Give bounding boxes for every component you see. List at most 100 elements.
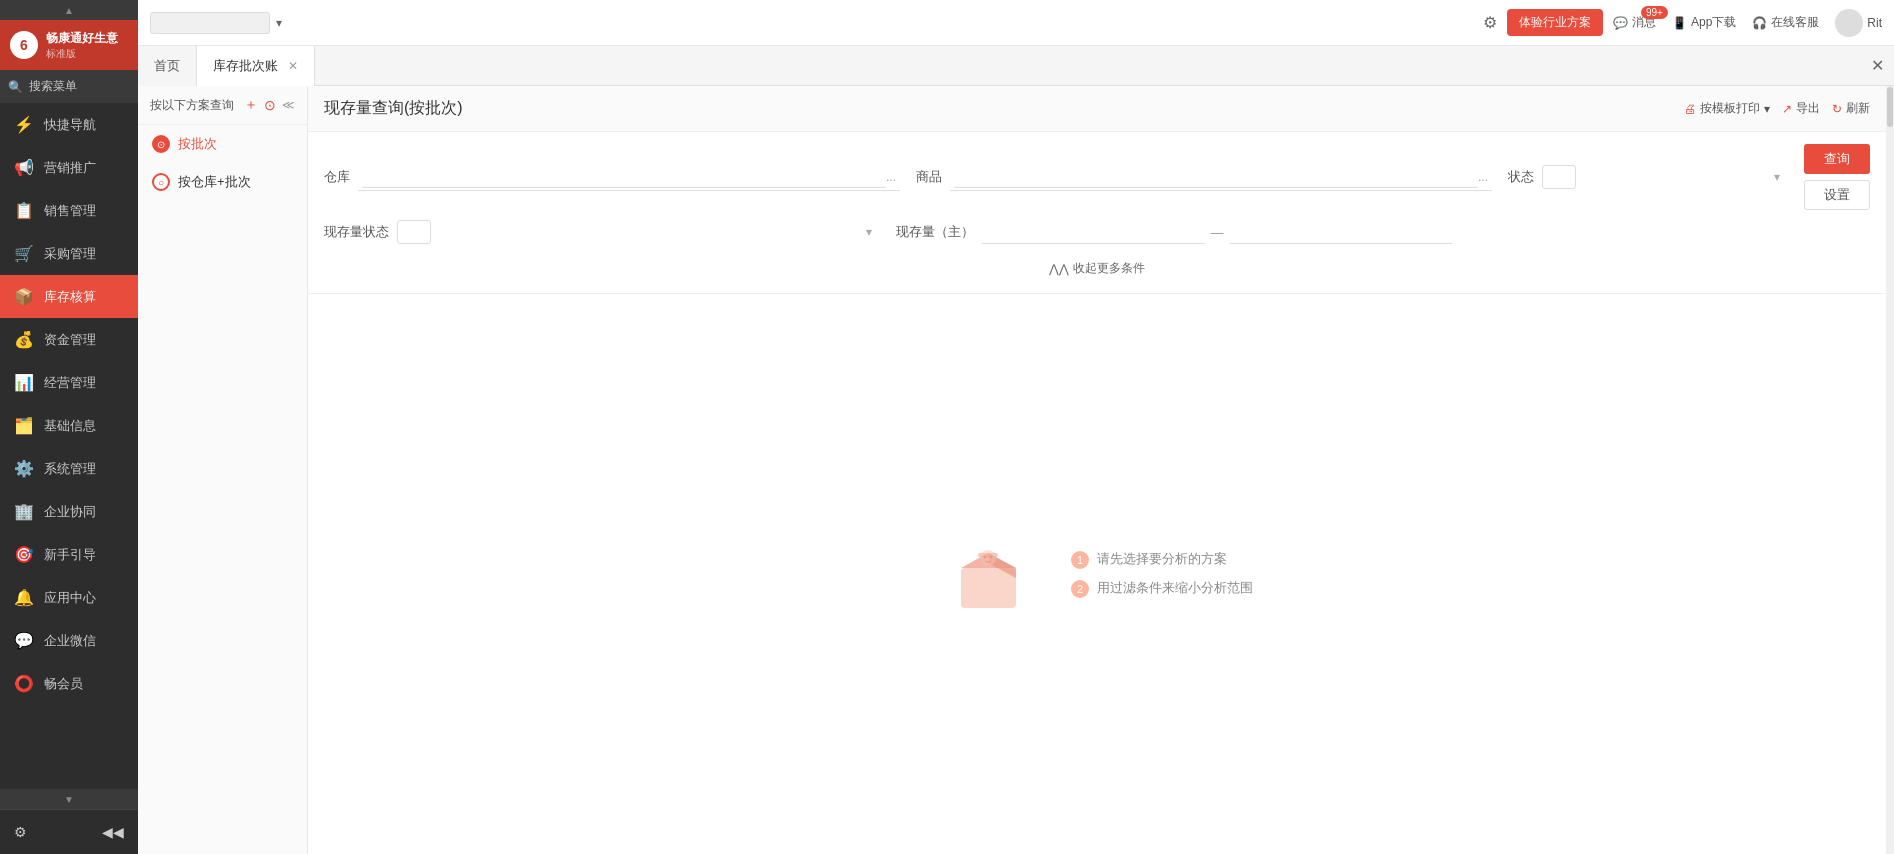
print-dropdown-icon[interactable]: ▾ (1764, 102, 1770, 116)
right-scrollbar[interactable] (1886, 86, 1894, 854)
left-panel-icons: ＋ ⊙ ≪ (244, 96, 295, 114)
add-plan-icon[interactable]: ＋ (244, 96, 258, 114)
stock-status-label: 现存量状态 (324, 223, 389, 241)
stock-qty-min-input[interactable] (982, 221, 1205, 244)
plan-item-by-batch[interactable]: ⊙ 按批次 (138, 125, 307, 163)
sidebar-item-label: 企业协同 (44, 503, 96, 521)
stock-qty-field: 现存量（主） — (896, 221, 1452, 244)
sidebar-item-finance[interactable]: 💰 资金管理 (0, 318, 138, 361)
topbar-right: 💬 消息 99+ 📱 App下载 🎧 在线客服 Rit (1613, 9, 1882, 37)
status-select[interactable] (1542, 165, 1576, 189)
breadcrumb-input[interactable] (150, 12, 270, 34)
plan-by-warehouse-batch-label: 按仓库+批次 (178, 173, 251, 191)
sidebar-item-marketing[interactable]: 📢 营销推广 (0, 146, 138, 189)
sidebar-item-system[interactable]: ⚙️ 系统管理 (0, 447, 138, 490)
sidebar-item-operation[interactable]: 📊 经营管理 (0, 361, 138, 404)
sidebar-collapse-btn[interactable]: ◀◀ (98, 820, 128, 844)
panel-close-btn[interactable]: ✕ (1871, 56, 1884, 75)
tip-num-1: 1 (1071, 551, 1089, 569)
filter-area: 仓库 ... 商品 ... 状态 (308, 132, 1886, 294)
stock-qty-max-input[interactable] (1230, 221, 1453, 244)
sidebar-item-sales[interactable]: 📋 销售管理 (0, 189, 138, 232)
online-service-item[interactable]: 🎧 在线客服 (1752, 14, 1819, 31)
scrollbar-thumb[interactable] (1887, 87, 1893, 127)
system-icon: ⚙️ (14, 459, 34, 478)
sidebar-search[interactable]: 🔍 搜索菜单 (0, 70, 138, 103)
sidebar-item-quick-nav[interactable]: ⚡ 快捷导航 (0, 103, 138, 146)
sidebar-item-corp[interactable]: 🏢 企业协同 (0, 490, 138, 533)
topbar-dropdown-icon[interactable]: ▾ (276, 16, 282, 30)
plan-by-batch-label: 按批次 (178, 135, 217, 153)
user-item[interactable]: Rit (1835, 9, 1882, 37)
tab-home[interactable]: 首页 (138, 46, 197, 86)
plan-item-by-warehouse-batch[interactable]: ○ 按仓库+批次 (138, 163, 307, 201)
settings-plan-icon[interactable]: ⊙ (264, 97, 276, 113)
sidebar-bottom: ⚙ ◀◀ (0, 809, 138, 854)
page-header: 现存量查询(按批次) 🖨 按模板打印 ▾ ↗ 导出 ↻ 刷新 (308, 86, 1886, 132)
topbar-gear-icon[interactable]: ⚙ (1483, 13, 1497, 32)
newbie-icon: 🎯 (14, 545, 34, 564)
sidebar-settings-btn[interactable]: ⚙ (10, 820, 31, 844)
stock-status-field: 现存量状态 (324, 220, 880, 244)
basic-icon: 🗂️ (14, 416, 34, 435)
print-btn[interactable]: 🖨 按模板打印 ▾ (1684, 100, 1770, 117)
collapse-more-btn[interactable]: ⋀⋀ 收起更多条件 (324, 254, 1870, 281)
empty-svg (941, 523, 1041, 623)
warehouse-dots[interactable]: ... (886, 170, 896, 184)
sidebar-item-label: 资金管理 (44, 331, 96, 349)
goods-input[interactable] (954, 165, 1478, 188)
export-btn[interactable]: ↗ 导出 (1782, 100, 1820, 117)
collapse-panel-icon[interactable]: ≪ (282, 98, 295, 112)
sidebar-item-label: 采购管理 (44, 245, 96, 263)
sidebar-item-purchase[interactable]: 🛒 采购管理 (0, 232, 138, 275)
tab-batch-account[interactable]: 库存批次账 ✕ (197, 46, 315, 86)
trial-button[interactable]: 体验行业方案 (1507, 9, 1603, 36)
print-label: 按模板打印 (1700, 100, 1760, 117)
sidebar-item-label: 经营管理 (44, 374, 96, 392)
plan-inactive-icon: ○ (152, 173, 170, 191)
tabbar: 首页 库存批次账 ✕ ✕ (138, 46, 1894, 86)
main-area: ▾ ⚙ 体验行业方案 💬 消息 99+ 📱 App下载 🎧 在线客服 Rit (138, 0, 1894, 854)
stock-status-select[interactable] (397, 220, 431, 244)
app-download-label: App下载 (1691, 14, 1736, 31)
goods-dots[interactable]: ... (1478, 170, 1488, 184)
tab-home-label: 首页 (154, 57, 180, 75)
empty-illustration (941, 523, 1041, 626)
svg-point-5 (984, 555, 987, 558)
warehouse-field: 仓库 ... (324, 163, 900, 191)
apps-icon: 🔔 (14, 588, 34, 607)
svg-point-6 (990, 555, 993, 558)
page-title: 现存量查询(按批次) (324, 98, 1684, 119)
sidebar-item-basic[interactable]: 🗂️ 基础信息 (0, 404, 138, 447)
app-download-item[interactable]: 📱 App下载 (1672, 14, 1736, 31)
sidebar-item-label: 系统管理 (44, 460, 96, 478)
tip-item-2: 2 用过滤条件来缩小分析范围 (1071, 579, 1253, 598)
refresh-icon: ↻ (1832, 102, 1842, 116)
avatar (1835, 9, 1863, 37)
sidebar-scroll-down[interactable]: ▼ (0, 789, 138, 809)
quick-nav-icon: ⚡ (14, 115, 34, 134)
sidebar-item-apps[interactable]: 🔔 应用中心 (0, 576, 138, 619)
service-icon: 🎧 (1752, 16, 1767, 30)
search-icon: 🔍 (8, 80, 23, 94)
weixin-icon: 💬 (14, 631, 34, 650)
left-panel-title: 按以下方案查询 (150, 97, 238, 114)
warehouse-label: 仓库 (324, 168, 350, 186)
messages-item[interactable]: 💬 消息 99+ (1613, 14, 1656, 31)
sidebar-item-weixin[interactable]: 💬 企业微信 (0, 619, 138, 662)
stock-qty-dash: — (1211, 225, 1224, 240)
sidebar-item-newbie[interactable]: 🎯 新手引导 (0, 533, 138, 576)
sidebar-item-inventory[interactable]: 📦 库存核算 (0, 275, 138, 318)
sidebar-item-label: 销售管理 (44, 202, 96, 220)
sidebar-scroll-up[interactable]: ▲ (0, 0, 138, 20)
sidebar-item-label: 新手引导 (44, 546, 96, 564)
refresh-btn[interactable]: ↻ 刷新 (1832, 100, 1870, 117)
settings-button[interactable]: 设置 (1804, 180, 1870, 210)
empty-state-inner: 1 请先选择要分析的方案 2 用过滤条件来缩小分析范围 (941, 523, 1253, 626)
sidebar-logo: 6 (10, 31, 38, 59)
tab-close-icon[interactable]: ✕ (288, 59, 298, 73)
sidebar-item-vip[interactable]: ⭕ 畅会员 (0, 662, 138, 705)
query-button[interactable]: 查询 (1804, 144, 1870, 174)
vip-icon: ⭕ (14, 674, 34, 693)
warehouse-input[interactable] (362, 165, 886, 188)
